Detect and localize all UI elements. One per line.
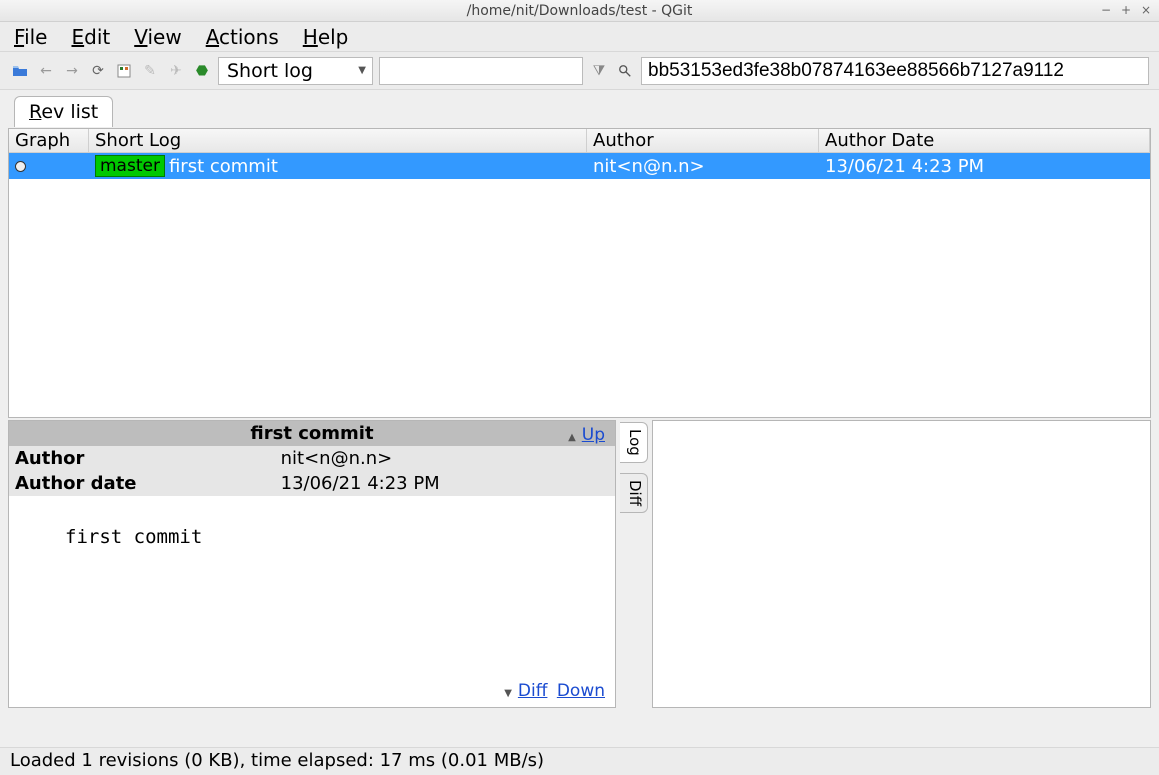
refresh-icon[interactable]: ⟳ bbox=[88, 61, 108, 81]
commit-node-icon bbox=[15, 161, 26, 172]
col-header-author[interactable]: Author bbox=[587, 129, 819, 153]
commit-detail-pane: ▲ Up first commit Author nit<n@n.n> Autho… bbox=[8, 420, 616, 708]
up-triangle-icon: ▲ bbox=[568, 432, 576, 443]
search-icon[interactable] bbox=[615, 61, 635, 81]
link-diff[interactable]: Diff bbox=[518, 681, 548, 701]
menu-bar: File Edit View Actions Help bbox=[0, 22, 1159, 52]
tab-rev-list[interactable]: Rev list bbox=[14, 96, 113, 127]
short-cell: master first commit bbox=[89, 155, 587, 177]
list-header: Graph Short Log Author Author Date bbox=[9, 129, 1150, 153]
menu-actions[interactable]: Actions bbox=[206, 25, 279, 49]
detail-title: first commit bbox=[9, 421, 615, 446]
filter-input[interactable] bbox=[379, 57, 583, 85]
author-label: Author bbox=[9, 446, 275, 471]
link-down[interactable]: Down bbox=[557, 681, 605, 701]
side-tabstrip: Log Diff bbox=[620, 420, 648, 708]
revision-list-pane: Graph Short Log Author Author Date maste… bbox=[8, 128, 1151, 418]
combo-value: Short log bbox=[227, 60, 313, 82]
commit-subject: first commit bbox=[169, 156, 278, 177]
main-tabstrip: Rev list bbox=[8, 96, 1151, 126]
detail-links-bottom: ▼ Diff Down bbox=[504, 681, 605, 701]
commit-message: first commit bbox=[9, 496, 615, 558]
sha-input[interactable] bbox=[641, 57, 1149, 85]
graph-cell bbox=[9, 161, 89, 172]
minimize-icon[interactable]: − bbox=[1099, 3, 1113, 17]
branch-tag: master bbox=[95, 155, 165, 177]
palette-icon[interactable] bbox=[114, 61, 134, 81]
status-bar: Loaded 1 revisions (0 KB), time elapsed:… bbox=[0, 747, 1159, 775]
author-date-value: 13/06/21 4:23 PM bbox=[275, 471, 615, 496]
maximize-icon[interactable]: + bbox=[1119, 3, 1133, 17]
side-tab-log[interactable]: Log bbox=[620, 422, 648, 463]
content-area: Rev list Graph Short Log Author Author D… bbox=[0, 90, 1159, 747]
col-header-graph[interactable]: Graph bbox=[9, 129, 89, 153]
col-header-date[interactable]: Author Date bbox=[819, 129, 1150, 153]
menu-file[interactable]: File bbox=[14, 25, 47, 49]
log-mode-combo[interactable]: Short log ▼ bbox=[218, 57, 373, 85]
col-header-short[interactable]: Short Log bbox=[89, 129, 587, 153]
open-folder-icon[interactable] bbox=[10, 61, 30, 81]
send-icon[interactable]: ✈ bbox=[166, 61, 186, 81]
pin-icon[interactable]: ✎ bbox=[140, 61, 160, 81]
menu-help[interactable]: Help bbox=[303, 25, 349, 49]
date-cell: 13/06/21 4:23 PM bbox=[819, 156, 1150, 177]
forward-icon[interactable]: → bbox=[62, 61, 82, 81]
close-icon[interactable]: × bbox=[1139, 3, 1153, 17]
chevron-down-icon: ▼ bbox=[358, 65, 366, 76]
detail-table: first commit Author nit<n@n.n> Author da… bbox=[9, 421, 615, 496]
lower-split: ▲ Up first commit Author nit<n@n.n> Autho… bbox=[8, 420, 1151, 708]
author-cell: nit<n@n.n> bbox=[587, 156, 819, 177]
file-pane bbox=[652, 420, 1151, 708]
menu-view[interactable]: View bbox=[134, 25, 181, 49]
filter-icon[interactable]: ⧩ bbox=[589, 61, 609, 81]
down-triangle-icon: ▼ bbox=[504, 688, 512, 699]
window-controls: − + × bbox=[1099, 3, 1153, 17]
title-bar: /home/nit/Downloads/test - QGit − + × bbox=[0, 0, 1159, 22]
author-value: nit<n@n.n> bbox=[275, 446, 615, 471]
back-icon[interactable]: ← bbox=[36, 61, 56, 81]
menu-edit[interactable]: Edit bbox=[71, 25, 110, 49]
link-up[interactable]: Up bbox=[582, 425, 605, 445]
author-date-label: Author date bbox=[9, 471, 275, 496]
detail-links-top: ▲ Up bbox=[568, 425, 605, 445]
side-tab-diff[interactable]: Diff bbox=[620, 473, 648, 513]
status-text: Loaded 1 revisions (0 KB), time elapsed:… bbox=[10, 750, 544, 771]
table-row[interactable]: master first commit nit<n@n.n> 13/06/21 … bbox=[9, 153, 1150, 179]
window-title: /home/nit/Downloads/test - QGit bbox=[467, 3, 693, 19]
toolbar: ← → ⟳ ✎ ✈ ⬣ Short log ▼ ⧩ bbox=[0, 52, 1159, 90]
tag-icon[interactable]: ⬣ bbox=[192, 61, 212, 81]
